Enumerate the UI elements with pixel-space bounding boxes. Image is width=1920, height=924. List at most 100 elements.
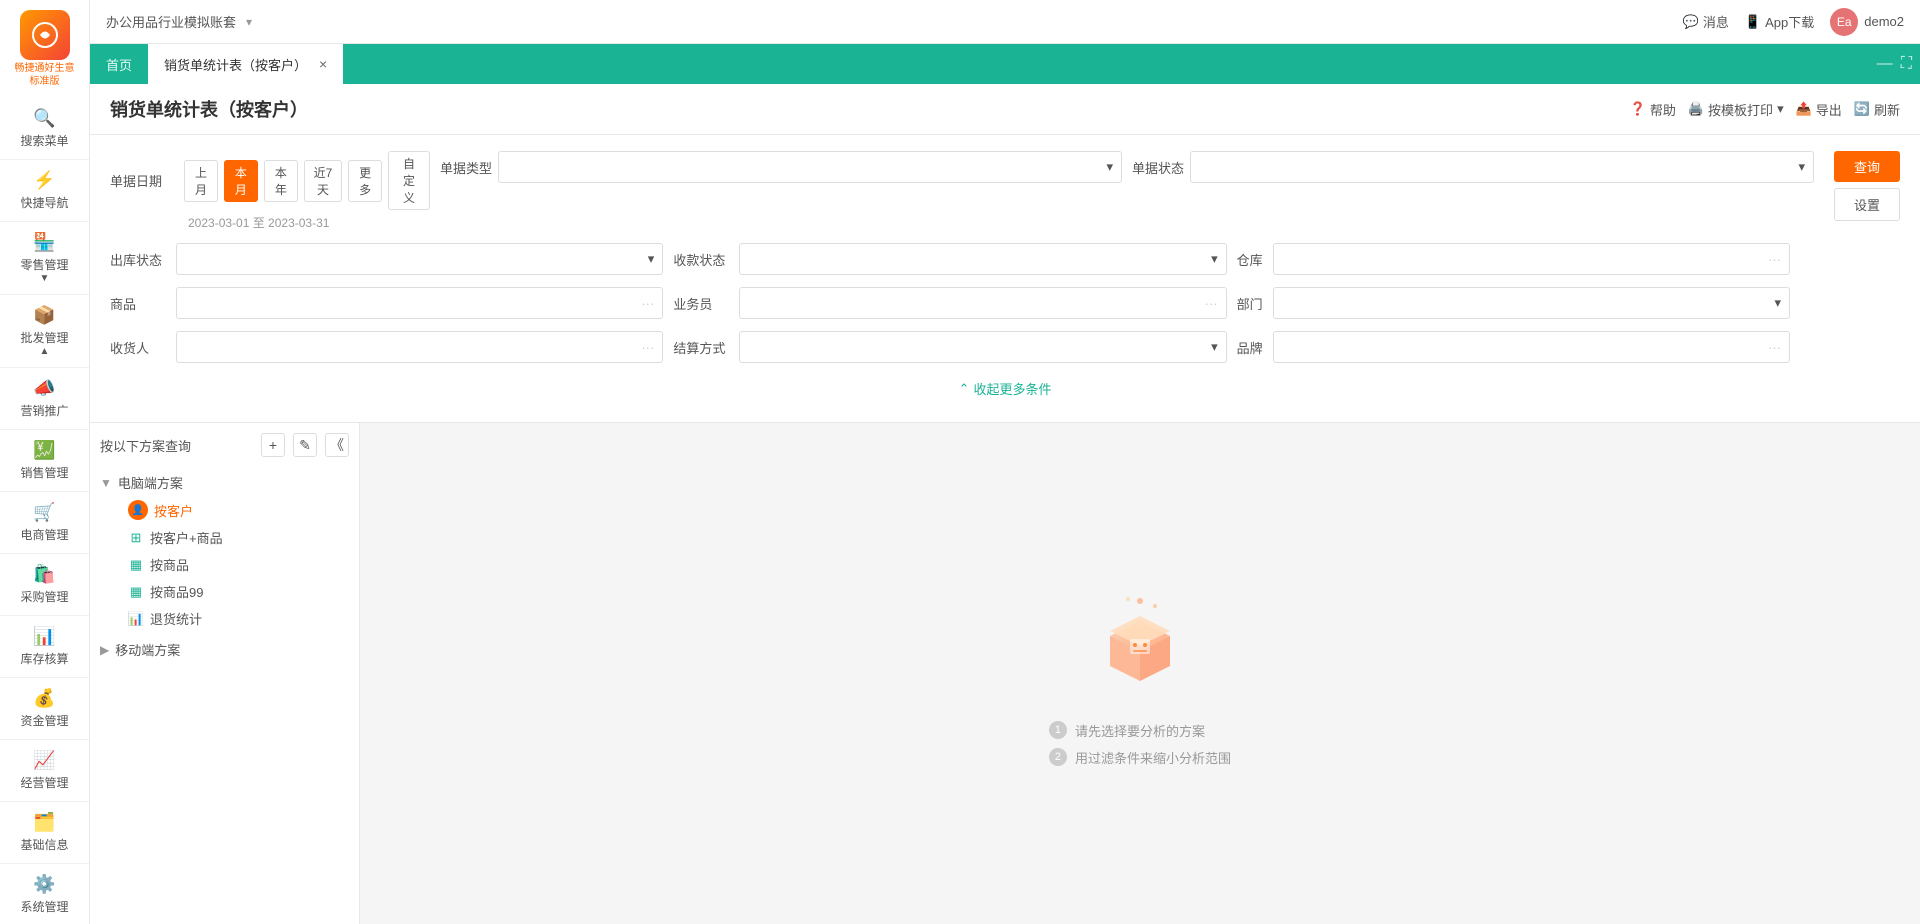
sidebar-item-purchase-label: 采购管理 xyxy=(20,588,68,605)
collapse-panel-button[interactable]: 《 xyxy=(325,433,349,457)
date-more[interactable]: 更多 xyxy=(348,160,382,202)
recipient-select[interactable]: ··· xyxy=(176,331,663,363)
left-panel-icons: + ✎ 《 xyxy=(261,433,349,457)
grid-icon: ⊞ xyxy=(128,530,144,546)
app-download-button[interactable]: 📱 App下载 xyxy=(1745,12,1814,31)
tab-close-button[interactable]: × xyxy=(319,56,327,72)
sidebar-item-basic[interactable]: 🗂️ 基础信息 xyxy=(0,802,89,864)
hint-num-2: 2 xyxy=(1049,748,1067,766)
sidebar-item-finance[interactable]: 💰 资金管理 xyxy=(0,678,89,740)
date-options: 上月 本月 本年 近7天 更多 自定义 xyxy=(184,151,430,210)
edit-scheme-button[interactable]: ✎ xyxy=(293,433,317,457)
logo-text: 畅捷通好生意 标准版 xyxy=(15,62,75,88)
warehouse-select[interactable]: ··· xyxy=(1273,243,1790,275)
marketing-icon: 📣 xyxy=(33,378,55,399)
hint-text-1: 请先选择要分析的方案 xyxy=(1075,721,1205,740)
sidebar-item-ecommerce[interactable]: 🛒 电商管理 xyxy=(0,492,89,554)
mobile-section[interactable]: ▶ 移动端方案 xyxy=(90,636,359,663)
date-this-year[interactable]: 本年 xyxy=(264,160,298,202)
date-last-month[interactable]: 上月 xyxy=(184,160,218,202)
document-status-select[interactable]: ▾ xyxy=(1190,151,1814,183)
sidebar-item-system[interactable]: ⚙️ 系统管理 xyxy=(0,864,89,924)
document-type-select[interactable]: ▾ xyxy=(498,151,1122,183)
hint-text-2: 用过滤条件来缩小分析范围 xyxy=(1075,748,1231,767)
payment-select[interactable]: ▾ xyxy=(739,243,1226,275)
pc-scheme-parent[interactable]: ▼ 电脑端方案 xyxy=(100,469,349,496)
messages-button[interactable]: 💬 消息 xyxy=(1683,12,1729,31)
main-area: 办公用品行业模拟账套 ▾ 💬 消息 📱 App下载 Ea demo2 首页 xyxy=(90,0,1920,924)
logo-area: 畅捷通好生意 标准版 xyxy=(0,0,89,98)
product-select[interactable]: ··· xyxy=(176,287,663,319)
print-dropdown-icon: ▾ xyxy=(1777,101,1784,117)
collapse-up-icon: ⌃ xyxy=(959,381,970,397)
settlement-select[interactable]: ▾ xyxy=(739,331,1226,363)
sidebar-item-search[interactable]: 🔍 搜索菜单 xyxy=(0,98,89,160)
user-menu[interactable]: Ea demo2 xyxy=(1830,8,1904,36)
sidebar-item-marketing-label: 营销推广 xyxy=(20,402,68,419)
brand-select[interactable]: ··· xyxy=(1273,331,1790,363)
sidebar-item-operations-label: 经营管理 xyxy=(20,774,68,791)
help-button[interactable]: ❓ 帮助 xyxy=(1630,100,1676,119)
left-panel-title: 按以下方案查询 xyxy=(100,436,191,455)
scheme-by-customer[interactable]: 👤 按客户 xyxy=(100,496,349,524)
date-label: 单据日期 xyxy=(110,171,180,190)
sidebar-item-marketing[interactable]: 📣 营销推广 xyxy=(0,368,89,430)
collapse-button[interactable]: ⌃ 收起更多条件 xyxy=(951,371,1060,406)
date-custom[interactable]: 自定义 xyxy=(388,151,430,210)
tab-bar: 首页 销货单统计表（按客户） × — ⛶ xyxy=(90,44,1920,84)
scheme-by-customer-product[interactable]: ⊞ 按客户+商品 xyxy=(100,524,349,551)
query-button[interactable]: 查询 xyxy=(1834,151,1900,182)
settings-button[interactable]: 设置 xyxy=(1834,188,1900,221)
scheme-by-product[interactable]: ▦ 按商品 xyxy=(100,551,349,578)
tab-minimize-button[interactable]: — xyxy=(1877,55,1893,73)
sidebar-nav: 🔍 搜索菜单 ⚡ 快捷导航 🏪 零售管理 ▼ 📦 批发管理 ▲ 📣 营销推广 💹… xyxy=(0,98,89,924)
date-this-month[interactable]: 本月 xyxy=(224,160,258,202)
left-panel-header: 按以下方案查询 + ✎ 《 xyxy=(90,433,359,465)
payment-label: 收款状态 xyxy=(673,250,733,269)
page-title: 销货单统计表（按客户） xyxy=(110,96,308,134)
operations-icon: 📈 xyxy=(33,750,55,771)
scheme-by-product99[interactable]: ▦ 按商品99 xyxy=(100,578,349,605)
sidebar-item-basic-label: 基础信息 xyxy=(20,836,68,853)
sidebar-item-inventory-label: 库存核算 xyxy=(20,650,68,667)
collapse-label: 收起更多条件 xyxy=(973,379,1051,398)
table-icon-2: ▦ xyxy=(128,584,144,600)
tab-active[interactable]: 销货单统计表（按客户） × xyxy=(148,44,343,84)
tab-maximize-button[interactable]: ⛶ xyxy=(1901,55,1912,73)
sidebar-item-retail[interactable]: 🏪 零售管理 ▼ xyxy=(0,222,89,295)
outbound-label: 出库状态 xyxy=(110,250,170,269)
salesperson-dots: ··· xyxy=(1205,296,1218,311)
tab-home[interactable]: 首页 xyxy=(90,44,148,84)
header-dropdown[interactable]: ▾ xyxy=(246,15,252,29)
outbound-select[interactable]: ▾ xyxy=(176,243,663,275)
scheme-by-customer-label: 按客户 xyxy=(154,501,193,520)
sales-icon: 💹 xyxy=(33,440,55,461)
sidebar-item-sales-label: 销售管理 xyxy=(20,464,68,481)
scheme-label-1: 按客户+商品 xyxy=(150,528,223,547)
refresh-label: 刷新 xyxy=(1874,100,1900,119)
scheme-returns[interactable]: 📊 退货统计 xyxy=(100,605,349,632)
table-icon-1: ▦ xyxy=(128,557,144,573)
sidebar-item-sales[interactable]: 💹 销售管理 xyxy=(0,430,89,492)
query-buttons: 查询 设置 xyxy=(1834,151,1900,221)
salesperson-select[interactable]: ··· xyxy=(739,287,1226,319)
user-initial: Ea xyxy=(1837,15,1852,29)
date-last-7days[interactable]: 近7天 xyxy=(304,160,342,202)
retail-expand-icon: ▼ xyxy=(40,273,50,284)
add-scheme-button[interactable]: + xyxy=(261,433,285,457)
export-button[interactable]: 📤 导出 xyxy=(1796,100,1842,119)
refresh-button[interactable]: 🔄 刷新 xyxy=(1854,100,1900,119)
sidebar-item-purchase[interactable]: 🛍️ 采购管理 xyxy=(0,554,89,616)
left-panel: 按以下方案查询 + ✎ 《 ▼ xyxy=(90,423,360,924)
sidebar-item-inventory[interactable]: 📊 库存核算 xyxy=(0,616,89,678)
sidebar-item-wholesale[interactable]: 📦 批发管理 ▲ xyxy=(0,295,89,368)
wholesale-icon: 📦 xyxy=(33,305,55,326)
sidebar-item-shortcuts[interactable]: ⚡ 快捷导航 xyxy=(0,160,89,222)
sidebar-item-operations[interactable]: 📈 经营管理 xyxy=(0,740,89,802)
print-button[interactable]: 🖨️ 按模板打印 ▾ xyxy=(1688,100,1784,119)
wholesale-expand-icon: ▲ xyxy=(40,346,50,357)
department-select[interactable]: ▾ xyxy=(1273,287,1790,319)
page-header: 销货单统计表（按客户） ❓ 帮助 🖨️ 按模板打印 ▾ 📤 导出 🔄 刷新 xyxy=(90,84,1920,135)
help-label: 帮助 xyxy=(1650,100,1676,119)
warehouse-dots: ··· xyxy=(1768,252,1781,267)
